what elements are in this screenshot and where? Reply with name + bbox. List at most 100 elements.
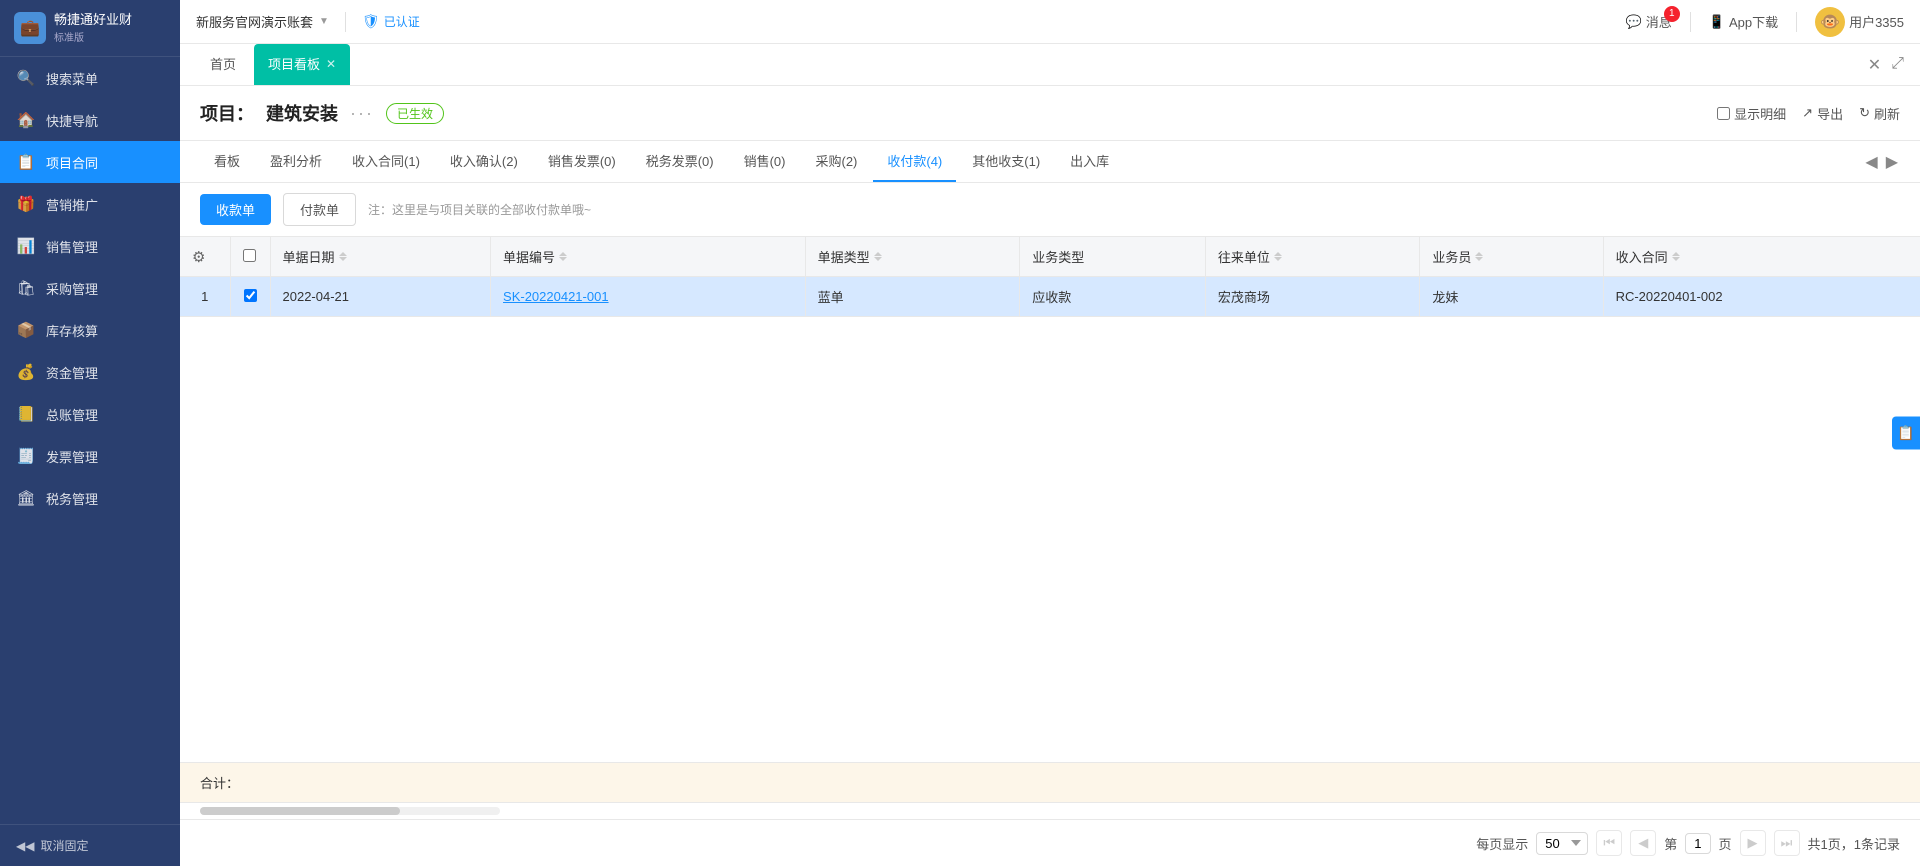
project-selector-name: 新服务官网演示账套	[196, 12, 313, 31]
sidebar-unpin-button[interactable]: ◀◀ 取消固定	[0, 824, 180, 866]
sub-tab-other-expense-label: 其他收支(1)	[972, 154, 1040, 169]
th-income-contract[interactable]: 收入合同	[1603, 237, 1920, 277]
unpin-label: 取消固定	[40, 837, 88, 854]
sub-tab-profit[interactable]: 盈利分析	[256, 141, 336, 182]
th-type[interactable]: 单据类型	[805, 237, 1020, 277]
sidebar-item-search[interactable]: 🔍 搜索菜单	[0, 57, 180, 99]
sub-tab-income-contract[interactable]: 收入合同(1)	[338, 141, 434, 182]
sidebar-item-purchase[interactable]: 🛍 采购管理	[0, 267, 180, 309]
th-code-label: 单据编号	[503, 247, 555, 266]
th-gear[interactable]: ⚙	[180, 237, 230, 277]
payment-bill-button[interactable]: 付款单	[283, 193, 356, 226]
sales-icon: 📊	[16, 236, 36, 256]
project-selector[interactable]: 新服务官网演示账套 ▼	[196, 12, 329, 31]
maximize-window-button[interactable]: ⤢	[1891, 55, 1904, 75]
sub-tab-nav: ◀ ▶	[1863, 152, 1900, 172]
sidebar-label-project: 项目合同	[46, 153, 98, 172]
sidebar-item-ledger[interactable]: 📒 总账管理	[0, 393, 180, 435]
topbar-right: 💬 消息 1 📱 App下载 🐵 用户3355	[1626, 7, 1904, 37]
refresh-button[interactable]: ↻ 刷新	[1859, 104, 1900, 123]
th-code[interactable]: 单据编号	[491, 237, 806, 277]
horizontal-scrollbar[interactable]	[200, 807, 500, 815]
pagination-first-button[interactable]: ⏮	[1596, 830, 1622, 856]
th-date-label: 单据日期	[283, 247, 335, 266]
user-menu[interactable]: 🐵 用户3355	[1815, 7, 1904, 37]
tab-project-board[interactable]: 项目看板 ✕	[254, 44, 350, 85]
window-controls: ✕ ⤢	[1868, 55, 1904, 75]
sidebar-item-marketing[interactable]: 🎁 营销推广	[0, 183, 180, 225]
th-partner[interactable]: 往来单位	[1205, 237, 1420, 277]
sub-tab-income-confirm[interactable]: 收入确认(2)	[436, 141, 532, 182]
sidebar-item-funds[interactable]: 💰 资金管理	[0, 351, 180, 393]
select-all-checkbox[interactable]	[243, 249, 256, 262]
gear-icon[interactable]: ⚙	[192, 249, 205, 266]
th-checkbox	[230, 237, 270, 277]
search-icon: 🔍	[16, 68, 36, 88]
sub-tab-next-button[interactable]: ▶	[1884, 152, 1900, 172]
sidebar-item-sales[interactable]: 📊 销售管理	[0, 225, 180, 267]
sub-tab-prev-button[interactable]: ◀	[1863, 152, 1879, 172]
right-panel-toggle[interactable]: 📋	[1892, 417, 1920, 450]
sidebar-item-quicknav[interactable]: 🏠 快捷导航	[0, 99, 180, 141]
funds-icon: 💰	[16, 362, 36, 382]
show-detail-checkbox[interactable]	[1717, 107, 1730, 120]
pagination-last-button[interactable]: ⏭	[1774, 830, 1800, 856]
pagination: 每页显示 10 20 50 100 ⏮ ◀ 第 1 页 ▶ ⏭ 共1页，1条记录	[180, 819, 1920, 866]
sub-tab-other-expense[interactable]: 其他收支(1)	[958, 141, 1054, 182]
marketing-icon: 🎁	[16, 194, 36, 214]
project-name: 建筑安装	[266, 100, 338, 126]
sort-icon-date	[339, 252, 347, 261]
purchase-icon: 🛍	[16, 278, 36, 298]
app-download-button[interactable]: 📱 App下载	[1709, 12, 1778, 31]
export-label: 导出	[1817, 104, 1843, 123]
sub-tab-sales-invoice[interactable]: 销售发票(0)	[534, 141, 630, 182]
sidebar-item-tax[interactable]: 🏛 税务管理	[0, 477, 180, 519]
sidebar-label-search: 搜索菜单	[46, 69, 98, 88]
table-row[interactable]: 1 2022-04-21 SK-20220421-001 蓝单 应收款 宏茂商场…	[180, 277, 1920, 317]
tab-project-board-label: 项目看板	[268, 54, 320, 73]
messages-button[interactable]: 💬 消息 1	[1626, 12, 1672, 31]
panel-icon: 📋	[1897, 425, 1914, 442]
scrollbar-thumb[interactable]	[200, 807, 400, 815]
total-label: 合计：	[200, 773, 239, 792]
pagination-prev-button[interactable]: ◀	[1630, 830, 1656, 856]
sub-tab-sales[interactable]: 销售(0)	[730, 141, 800, 182]
content-area: 项目： 建筑安装 ··· 已生效 显示明细 ↗ 导出 ↻ 刷新	[180, 86, 1920, 866]
sidebar-item-project[interactable]: 📋 项目合同	[0, 141, 180, 183]
sub-tab-purchase[interactable]: 采购(2)	[801, 141, 871, 182]
per-page-select[interactable]: 10 20 50 100	[1536, 832, 1588, 855]
cell-num: 1	[180, 277, 230, 317]
close-window-button[interactable]: ✕	[1868, 55, 1881, 75]
sub-tab-board[interactable]: 看板	[200, 141, 254, 182]
show-detail-toggle[interactable]: 显示明细	[1717, 104, 1786, 123]
project-more-button[interactable]: ···	[350, 103, 374, 124]
th-salesman[interactable]: 业务员	[1420, 237, 1603, 277]
cell-code[interactable]: SK-20220421-001	[491, 277, 806, 317]
pagination-next-button[interactable]: ▶	[1740, 830, 1766, 856]
pagination-total-info: 共1页，1条记录	[1808, 834, 1900, 853]
sidebar-item-inventory[interactable]: 📦 库存核算	[0, 309, 180, 351]
export-button[interactable]: ↗ 导出	[1802, 104, 1843, 123]
sub-tab-inout[interactable]: 出入库	[1056, 141, 1123, 182]
project-header: 项目： 建筑安装 ··· 已生效 显示明细 ↗ 导出 ↻ 刷新	[180, 86, 1920, 141]
row-checkbox[interactable]	[244, 289, 257, 302]
sidebar-label-quicknav: 快捷导航	[46, 111, 98, 130]
tab-close-icon[interactable]: ✕	[326, 57, 336, 71]
message-icon: 💬	[1626, 14, 1642, 30]
th-date[interactable]: 单据日期	[270, 237, 491, 277]
per-page-label: 每页显示	[1476, 834, 1528, 853]
receive-bill-button[interactable]: 收款单	[200, 194, 271, 225]
tab-home[interactable]: 首页	[196, 44, 250, 85]
sidebar-label-marketing: 营销推广	[46, 195, 98, 214]
app-label: App下载	[1729, 12, 1778, 31]
sort-icon-salesman	[1475, 252, 1483, 261]
sub-tab-payment[interactable]: 收付款(4)	[873, 141, 956, 182]
cell-partner: 宏茂商场	[1205, 277, 1420, 317]
cell-checkbox[interactable]	[230, 277, 270, 317]
bill-code-link[interactable]: SK-20220421-001	[503, 289, 609, 304]
sub-tab-profit-label: 盈利分析	[270, 154, 322, 169]
sidebar-label-inventory: 库存核算	[46, 321, 98, 340]
sidebar-item-invoice[interactable]: 🧾 发票管理	[0, 435, 180, 477]
messages-badge: 1	[1664, 6, 1680, 22]
sub-tab-tax-invoice[interactable]: 税务发票(0)	[632, 141, 728, 182]
